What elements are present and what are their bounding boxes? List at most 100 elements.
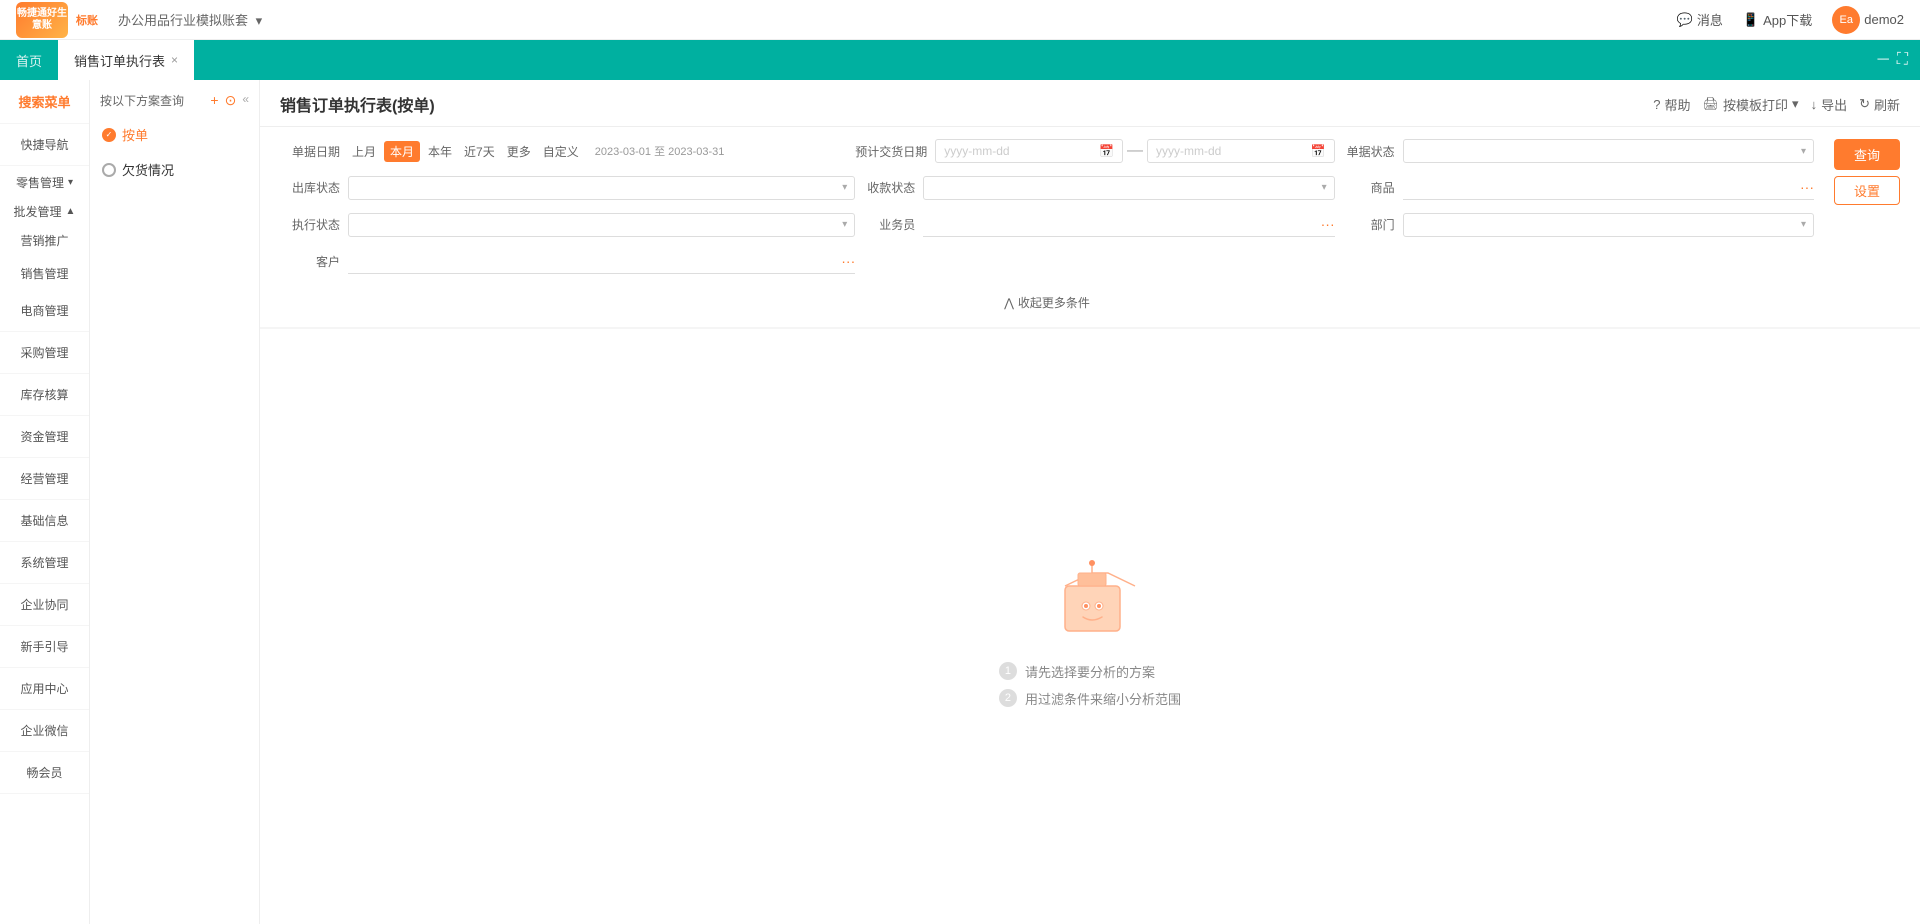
app-download-btn[interactable]: 📱 App下载 xyxy=(1743,10,1812,29)
sidebar-item-inventory[interactable]: 库存核算 xyxy=(0,374,89,416)
date-label: 单据日期 xyxy=(280,143,340,160)
sidebar-item-marketing[interactable]: 营销推广 xyxy=(0,224,89,257)
left-panel-icons: + ⊙ « xyxy=(210,92,249,109)
retail-expand-icon: ▾ xyxy=(68,177,73,188)
customer-ellipsis[interactable]: ··· xyxy=(841,253,855,269)
expected-date-start[interactable]: yyyy-mm-dd 📅 xyxy=(935,139,1123,163)
edit-scheme-icon[interactable]: ⊙ xyxy=(225,92,237,109)
sidebar-item-corp-wechat[interactable]: 企业微信 xyxy=(0,710,89,752)
salesperson-label: 业务员 xyxy=(855,216,915,233)
tab-home[interactable]: 首页 xyxy=(0,40,58,80)
sidebar-item-app-center[interactable]: 应用中心 xyxy=(0,668,89,710)
empty-state: 1 请先选择要分析的方案 2 用过滤条件来缩小分析范围 xyxy=(260,329,1920,924)
sidebar-item-member[interactable]: 畅会员 xyxy=(0,752,89,794)
sidebar-item-new-guide[interactable]: 新手引导 xyxy=(0,626,89,668)
delivery-status-select-wrap: ▾ xyxy=(348,176,855,200)
page-title: 销售订单执行表(按单) xyxy=(280,92,435,116)
breadcrumb-dropdown-icon[interactable]: ▾ xyxy=(256,13,263,28)
date-tab-custom[interactable]: 自定义 xyxy=(539,141,583,162)
date-tab-more[interactable]: 更多 xyxy=(503,141,535,162)
date-tab-7days[interactable]: 近7天 xyxy=(460,141,499,162)
help-btn[interactable]: ? 帮助 xyxy=(1653,95,1690,114)
sidebar: 搜索菜单 快捷导航 零售管理 ▾ 批发管理 ▲ 营销推广 销售管理 电商管理 采… xyxy=(0,80,90,924)
collapse-icon: ⋀ xyxy=(1004,296,1014,310)
tabbar-controls: ─ ⛶ xyxy=(1865,51,1920,69)
print-btn[interactable]: 🖨 按模板打印 ▾ xyxy=(1703,95,1799,114)
doc-status-select[interactable] xyxy=(1403,139,1814,163)
expected-date-group: 预计交货日期 yyyy-mm-dd 📅 — yyyy-mm-d xyxy=(855,139,1334,163)
salesperson-ellipsis[interactable]: ··· xyxy=(1321,216,1335,232)
empty-tip-2: 2 用过滤条件来缩小分析范围 xyxy=(999,689,1181,708)
tab-close-icon[interactable]: × xyxy=(171,53,178,67)
message-btn[interactable]: 💬 消息 xyxy=(1677,10,1723,29)
refresh-btn[interactable]: ↻ 刷新 xyxy=(1859,95,1900,114)
dept-select-wrap: ▾ xyxy=(1403,213,1814,237)
page-header-actions: ? 帮助 🖨 按模板打印 ▾ ↓ 导出 xyxy=(1653,95,1900,114)
customer-label: 客户 xyxy=(280,253,340,270)
product-ellipsis[interactable]: ··· xyxy=(1800,179,1814,195)
export-btn[interactable]: ↓ 导出 xyxy=(1811,95,1848,114)
delivery-status-label: 出库状态 xyxy=(280,179,340,196)
print-icon: 🖨 xyxy=(1703,96,1720,112)
filter-row-3: 执行状态 ▾ 业务员 ··· xyxy=(280,212,1814,237)
page-header: 销售订单执行表(按单) ? 帮助 🖨 按模板打印 ▾ xyxy=(260,80,1920,127)
date-tab-this-month[interactable]: 本月 xyxy=(384,141,420,162)
content-area: 按以下方案查询 + ⊙ « ✓ 按单 欠货情况 xyxy=(90,80,1920,924)
scheme-item-by-order[interactable]: ✓ 按单 xyxy=(90,117,259,152)
sidebar-item-quick-nav[interactable]: 快捷导航 xyxy=(0,124,89,166)
doc-status-select-wrap: ▾ xyxy=(1403,139,1814,163)
help-icon: ? xyxy=(1653,97,1660,112)
exec-status-group: 执行状态 ▾ xyxy=(280,213,855,237)
filter-row-1: 单据日期 上月 本月 本年 近7天 更多 自定义 xyxy=(280,139,1814,163)
sidebar-item-purchase[interactable]: 采购管理 xyxy=(0,332,89,374)
settings-button[interactable]: 设置 xyxy=(1834,176,1900,205)
print-dropdown-icon[interactable]: ▾ xyxy=(1792,96,1799,112)
search-button[interactable]: 查询 xyxy=(1834,139,1900,170)
date-tab-this-year[interactable]: 本年 xyxy=(424,141,456,162)
sidebar-item-retail[interactable]: 零售管理 ▾ xyxy=(0,166,89,195)
minimize-icon[interactable]: ─ xyxy=(1877,51,1888,69)
sidebar-item-sys[interactable]: 系统管理 xyxy=(0,542,89,584)
delivery-status-select[interactable] xyxy=(348,176,855,200)
payment-status-select[interactable] xyxy=(923,176,1334,200)
tab-sales-order[interactable]: 销售订单执行表 × xyxy=(58,40,194,80)
sidebar-item-wholesale[interactable]: 批发管理 ▲ xyxy=(0,195,89,224)
left-panel: 按以下方案查询 + ⊙ « ✓ 按单 欠货情况 xyxy=(90,80,260,924)
salesperson-group: 业务员 ··· xyxy=(855,212,1334,237)
filter-main: 单据日期 上月 本月 本年 近7天 更多 自定义 xyxy=(280,139,1814,315)
sidebar-item-ops[interactable]: 经营管理 xyxy=(0,458,89,500)
dept-group: 部门 ▾ xyxy=(1335,213,1814,237)
date-tab-prev-month[interactable]: 上月 xyxy=(348,141,380,162)
scheme-item-shortage[interactable]: 欠货情况 xyxy=(90,152,259,187)
filter-area: 单据日期 上月 本月 本年 近7天 更多 自定义 xyxy=(260,127,1920,327)
page-label: 标账 xyxy=(76,12,98,28)
sidebar-item-search[interactable]: 搜索菜单 xyxy=(0,80,89,124)
date-range-text: 2023-03-01 至 2023-03-31 xyxy=(595,143,725,159)
sidebar-item-corp[interactable]: 企业协同 xyxy=(0,584,89,626)
expected-date-end[interactable]: yyyy-mm-dd 📅 xyxy=(1147,139,1335,163)
user-menu[interactable]: Ea demo2 xyxy=(1832,6,1904,34)
exec-status-select[interactable] xyxy=(348,213,855,237)
calendar-icon-end[interactable]: 📅 xyxy=(1311,144,1326,158)
product-label: 商品 xyxy=(1335,179,1395,196)
payment-status-group: 收款状态 ▾ xyxy=(855,176,1334,200)
sidebar-item-finance[interactable]: 资金管理 xyxy=(0,416,89,458)
collapse-more-btn[interactable]: ⋀ 收起更多条件 xyxy=(280,286,1814,315)
exec-status-select-wrap: ▾ xyxy=(348,213,855,237)
empty-tip-1: 1 请先选择要分析的方案 xyxy=(999,662,1181,681)
calendar-icon-start[interactable]: 📅 xyxy=(1099,144,1114,158)
active-scheme-dot: ✓ xyxy=(102,128,116,142)
topbar-right: 💬 消息 📱 App下载 Ea demo2 xyxy=(1677,6,1904,34)
collapse-panel-icon[interactable]: « xyxy=(242,92,249,109)
empty-icon xyxy=(1040,546,1140,646)
sidebar-item-sales-mgmt[interactable]: 销售管理 xyxy=(0,257,89,290)
maximize-icon[interactable]: ⛶ xyxy=(1897,51,1908,69)
dept-select[interactable] xyxy=(1403,213,1814,237)
topbar-left: 畅捷通好生 意账 标账 办公用品行业模拟账套 ▾ xyxy=(16,2,262,38)
expected-date-range: yyyy-mm-dd 📅 — yyyy-mm-dd 📅 xyxy=(935,139,1334,163)
sidebar-item-base[interactable]: 基础信息 xyxy=(0,500,89,542)
dept-label: 部门 xyxy=(1335,216,1395,233)
add-scheme-icon[interactable]: + xyxy=(210,92,218,109)
breadcrumb: 办公用品行业模拟账套 ▾ xyxy=(118,10,262,29)
sidebar-item-ecom[interactable]: 电商管理 xyxy=(0,290,89,332)
